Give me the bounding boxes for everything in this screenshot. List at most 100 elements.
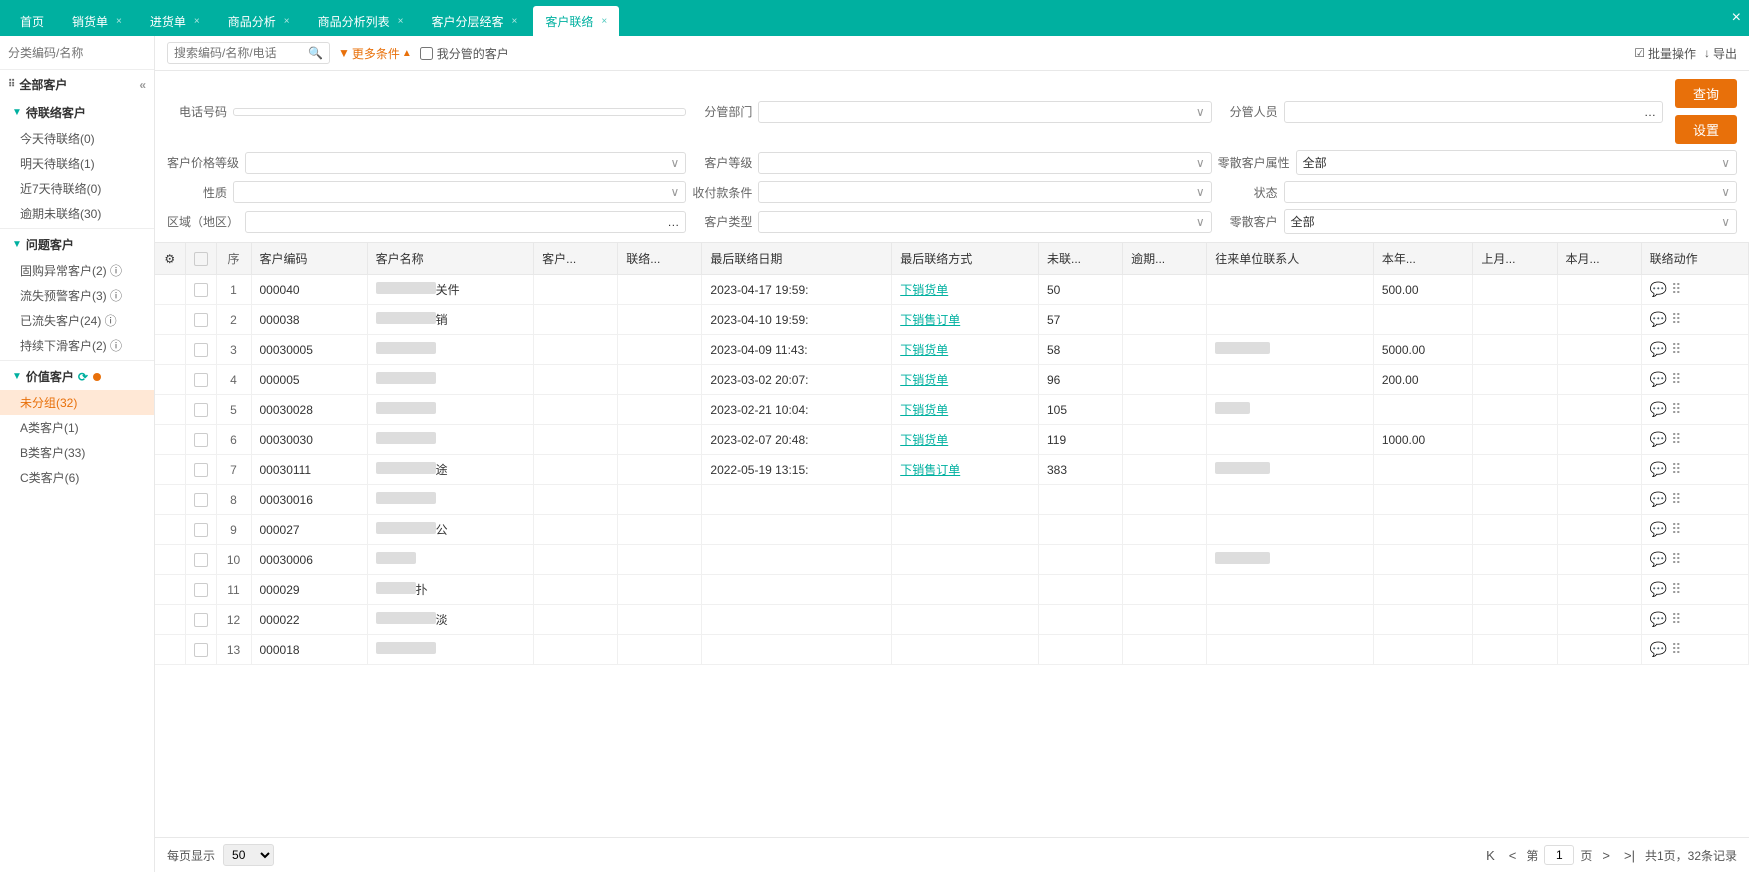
last-method-link[interactable]: 下销售订单 [900, 463, 960, 477]
nav-tab-customer-layer-close[interactable]: × [511, 16, 517, 27]
last-method-link[interactable]: 下销货单 [900, 343, 948, 357]
filter-nature-input[interactable]: ∨ [233, 181, 686, 203]
row-checkbox[interactable] [194, 463, 208, 477]
sidebar-item-today[interactable]: 今天待联络(0) [0, 126, 154, 151]
sidebar-item-churn-warn[interactable]: 流失预警客户(3) ⓘ [0, 283, 154, 308]
more-icon[interactable]: ⠿ [1671, 401, 1681, 418]
sidebar-all-customers[interactable]: ⠿ 全部客户 « [0, 70, 154, 99]
contact-icon[interactable]: 💬 [1650, 551, 1667, 568]
row-checkbox[interactable] [194, 283, 208, 297]
col-last-date-header[interactable]: 最后联络日期 [702, 243, 892, 275]
last-method-link[interactable]: 下销货单 [900, 403, 948, 417]
sidebar-item-overdue[interactable]: 逾期未联络(30) [0, 201, 154, 226]
sidebar-refresh-icon[interactable]: ⟳ [78, 370, 88, 384]
row-checkbox[interactable] [194, 493, 208, 507]
col-check-all[interactable] [185, 243, 216, 275]
row-checkbox[interactable] [194, 613, 208, 627]
col-this-month-header[interactable]: 本月... [1557, 243, 1641, 275]
sidebar-item-ungrouped[interactable]: 未分组(32) [0, 390, 154, 415]
filter-scatter-input[interactable]: 全部∨ [1284, 209, 1737, 234]
contact-icon[interactable]: 💬 [1650, 581, 1667, 598]
sidebar-item-week[interactable]: 近7天待联络(0) [0, 176, 154, 201]
row-checkbox[interactable] [194, 553, 208, 567]
sidebar-group-pending[interactable]: ▼ 待联络客户 [0, 99, 154, 126]
page-size-select[interactable]: 50 100 200 [223, 844, 274, 866]
col-contact-header[interactable]: 联络... [618, 243, 702, 275]
filter-status-input[interactable]: ∨ [1284, 181, 1737, 203]
more-icon[interactable]: ⠿ [1671, 551, 1681, 568]
my-customers-checkbox-area[interactable]: 我分管的客户 [420, 45, 509, 62]
nav-tab-purchase[interactable]: 进货单 × [138, 6, 212, 36]
sidebar-group-value[interactable]: ▼ 价值客户 ⟳ [0, 363, 154, 390]
contact-icon[interactable]: 💬 [1650, 521, 1667, 538]
last-method-link[interactable]: 下销货单 [900, 433, 948, 447]
col-no-contact-header[interactable]: 未联... [1039, 243, 1123, 275]
sidebar-item-abnormal[interactable]: 固购异常客户(2) ⓘ [0, 258, 154, 283]
sidebar-search-input[interactable] [8, 46, 155, 60]
col-this-year-header[interactable]: 本年... [1373, 243, 1473, 275]
sidebar-group-problem[interactable]: ▼ 问题客户 [0, 231, 154, 258]
contact-icon[interactable]: 💬 [1650, 401, 1667, 418]
contact-icon[interactable]: 💬 [1650, 431, 1667, 448]
last-method-link[interactable]: 下销货单 [900, 283, 948, 297]
filter-customer-type-input[interactable]: ∨ [758, 211, 1211, 233]
check-all-checkbox[interactable] [194, 252, 208, 266]
col-type-header[interactable]: 客户... [534, 243, 618, 275]
nav-tab-analysis-close[interactable]: × [284, 16, 290, 27]
row-checkbox[interactable] [194, 403, 208, 417]
more-icon[interactable]: ⠿ [1671, 311, 1681, 328]
prev-page-button[interactable]: < [1505, 847, 1521, 864]
nav-tab-analysis[interactable]: 商品分析 × [216, 6, 302, 36]
sidebar-item-declining[interactable]: 持续下滑客户(2) ⓘ [0, 333, 154, 358]
more-icon[interactable]: ⠿ [1671, 521, 1681, 538]
sidebar-collapse-icon[interactable]: « [139, 78, 146, 92]
contact-icon[interactable]: 💬 [1650, 281, 1667, 298]
more-icon[interactable]: ⠿ [1671, 581, 1681, 598]
nav-tab-customer-layer[interactable]: 客户分层经客 × [419, 6, 529, 36]
row-checkbox[interactable] [194, 433, 208, 447]
row-checkbox[interactable] [194, 343, 208, 357]
filter-customer-level-input[interactable]: ∨ [758, 152, 1211, 174]
nav-tab-analysis-list-close[interactable]: × [398, 16, 404, 27]
row-checkbox[interactable] [194, 583, 208, 597]
contact-icon[interactable]: 💬 [1650, 611, 1667, 628]
filter-price-level-input[interactable]: ∨ [245, 152, 686, 174]
sidebar-item-type-a[interactable]: A类客户(1) [0, 415, 154, 440]
contact-icon[interactable]: 💬 [1650, 311, 1667, 328]
batch-operation-button[interactable]: ☑ 批量操作 [1634, 45, 1696, 62]
contact-icon[interactable]: 💬 [1650, 371, 1667, 388]
last-method-link[interactable]: 下销货单 [900, 373, 948, 387]
contact-icon[interactable]: 💬 [1650, 641, 1667, 658]
sidebar-item-churned[interactable]: 已流失客户(24) ⓘ [0, 308, 154, 333]
col-unit-contact-header[interactable]: 往来单位联系人 [1207, 243, 1374, 275]
contact-icon[interactable]: 💬 [1650, 341, 1667, 358]
reset-button[interactable]: 设置 [1675, 115, 1737, 144]
sidebar-item-tomorrow[interactable]: 明天待联络(1) [0, 151, 154, 176]
next-page-button[interactable]: > [1598, 847, 1614, 864]
col-overdue-header[interactable]: 逾期... [1123, 243, 1207, 275]
more-icon[interactable]: ⠿ [1671, 281, 1681, 298]
filter-payment-input[interactable]: ∨ [758, 181, 1211, 203]
export-button[interactable]: ↓ 导出 [1704, 45, 1737, 62]
more-icon[interactable]: ⠿ [1671, 341, 1681, 358]
filter-scatter-attr-input[interactable]: 全部∨ [1296, 150, 1737, 175]
contact-icon[interactable]: 💬 [1650, 491, 1667, 508]
more-conditions-button[interactable]: ▼ 更多条件 ▲ [338, 45, 412, 62]
col-last-method-header[interactable]: 最后联络方式 [892, 243, 1039, 275]
nav-tab-home[interactable]: 首页 [8, 6, 56, 36]
more-icon[interactable]: ⠿ [1671, 461, 1681, 478]
sidebar-item-type-b[interactable]: B类客户(33) [0, 440, 154, 465]
row-checkbox[interactable] [194, 643, 208, 657]
row-checkbox[interactable] [194, 313, 208, 327]
filter-region-input[interactable]: … [245, 211, 686, 233]
more-icon[interactable]: ⠿ [1671, 491, 1681, 508]
first-page-button[interactable]: K [1482, 847, 1499, 864]
contact-icon[interactable]: 💬 [1650, 461, 1667, 478]
sidebar-item-type-c[interactable]: C类客户(6) [0, 465, 154, 490]
nav-tab-sales-close[interactable]: × [116, 16, 122, 27]
col-settings[interactable]: ⚙ [155, 243, 185, 275]
nav-tab-customer-contact[interactable]: 客户联络 × [533, 6, 619, 36]
window-close-button[interactable]: × [1732, 9, 1741, 27]
last-method-link[interactable]: 下销售订单 [900, 313, 960, 327]
page-number-input[interactable] [1544, 845, 1574, 865]
